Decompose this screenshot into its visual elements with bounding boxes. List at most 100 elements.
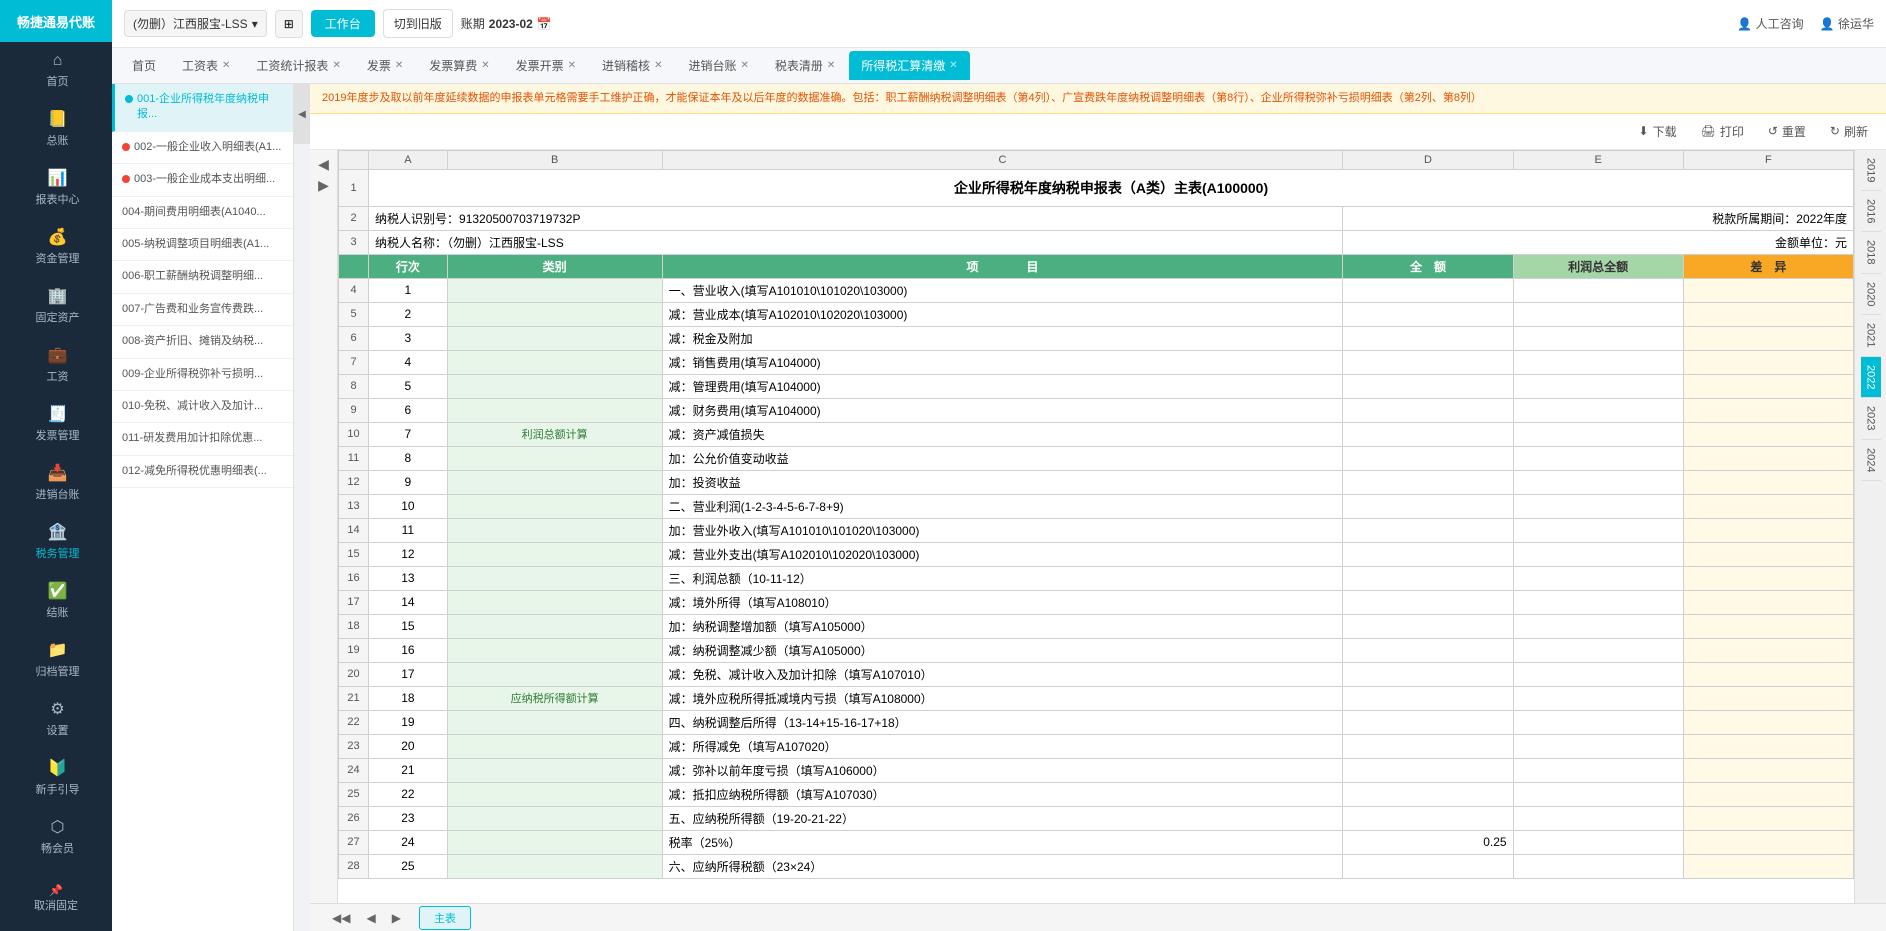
- row-amount[interactable]: [1343, 542, 1513, 566]
- row-diff[interactable]: [1683, 854, 1853, 878]
- row-diff[interactable]: [1683, 686, 1853, 710]
- row-amount[interactable]: [1343, 422, 1513, 446]
- prev-arrow[interactable]: ◀: [314, 154, 333, 175]
- row-amount[interactable]: [1343, 782, 1513, 806]
- row-amount[interactable]: [1343, 302, 1513, 326]
- row-diff[interactable]: [1683, 734, 1853, 758]
- calendar-icon[interactable]: 📅: [537, 17, 552, 31]
- tab-close-icon[interactable]: ✕: [481, 60, 489, 71]
- form-item-012[interactable]: 012-减免所得税优惠明细表(...: [112, 456, 293, 488]
- sidebar-item-purchase[interactable]: 📥进销台账: [0, 453, 112, 512]
- reset-btn[interactable]: ↺ 重置: [1762, 120, 1812, 143]
- row-diff[interactable]: [1683, 374, 1853, 398]
- row-diff[interactable]: [1683, 398, 1853, 422]
- row-profit[interactable]: [1513, 374, 1683, 398]
- row-profit[interactable]: [1513, 350, 1683, 374]
- row-diff[interactable]: [1683, 542, 1853, 566]
- row-amount[interactable]: [1343, 494, 1513, 518]
- service-btn[interactable]: 👤 人工咨询: [1737, 15, 1803, 32]
- row-profit[interactable]: [1513, 542, 1683, 566]
- row-diff[interactable]: [1683, 638, 1853, 662]
- download-btn[interactable]: ⬇ 下载: [1633, 120, 1683, 143]
- row-profit[interactable]: [1513, 566, 1683, 590]
- copy-icon-btn[interactable]: ⊞: [275, 10, 303, 38]
- tab-close-icon[interactable]: ✕: [740, 60, 748, 71]
- row-profit[interactable]: [1513, 782, 1683, 806]
- sidebar-item-fund[interactable]: 💰资金管理: [0, 217, 112, 276]
- collapse-panel-btn[interactable]: ◀: [294, 84, 310, 144]
- nav-tab-进销台账[interactable]: 进销台账✕: [676, 51, 760, 80]
- row-amount[interactable]: [1343, 710, 1513, 734]
- form-item-001[interactable]: 001-企业所得税年度纳税申报...: [112, 84, 293, 132]
- sidebar-item-report[interactable]: 📊报表中心: [0, 158, 112, 217]
- form-item-005[interactable]: 005-纳税调整项目明细表(A1...: [112, 229, 293, 261]
- row-amount[interactable]: [1343, 854, 1513, 878]
- row-amount[interactable]: [1343, 590, 1513, 614]
- row-diff[interactable]: [1683, 662, 1853, 686]
- sidebar-item-settings[interactable]: ⚙设置: [0, 689, 112, 748]
- year-item-2023[interactable]: 2023: [1861, 398, 1881, 439]
- row-profit[interactable]: [1513, 278, 1683, 302]
- row-amount[interactable]: [1343, 326, 1513, 350]
- work-station-btn[interactable]: 工作台: [311, 10, 375, 37]
- row-profit[interactable]: [1513, 686, 1683, 710]
- row-amount[interactable]: [1343, 374, 1513, 398]
- sidebar-item-settle[interactable]: ✅结账: [0, 571, 112, 630]
- row-profit[interactable]: [1513, 806, 1683, 830]
- form-item-009[interactable]: 009-企业所得税弥补亏损明...: [112, 359, 293, 391]
- form-item-008[interactable]: 008-资产折旧、摊销及纳税...: [112, 326, 293, 358]
- row-diff[interactable]: [1683, 782, 1853, 806]
- year-item-2016[interactable]: 2016: [1861, 191, 1881, 232]
- row-amount[interactable]: 0.25: [1343, 830, 1513, 854]
- nav-tab-工资表[interactable]: 工资表✕: [170, 51, 242, 80]
- row-amount[interactable]: [1343, 614, 1513, 638]
- row-profit[interactable]: [1513, 734, 1683, 758]
- sidebar-item-home[interactable]: ⌂首页: [0, 42, 112, 99]
- tab-close-icon[interactable]: ✕: [949, 60, 957, 71]
- nav-tab-税表清册[interactable]: 税表清册✕: [763, 51, 847, 80]
- tab-scroll-left[interactable]: ◀◀: [326, 909, 356, 927]
- nav-tab-进销稽核[interactable]: 进销稽核✕: [590, 51, 674, 80]
- tab-close-icon[interactable]: ✕: [654, 60, 662, 71]
- row-profit[interactable]: [1513, 662, 1683, 686]
- row-profit[interactable]: [1513, 758, 1683, 782]
- form-item-003[interactable]: 003-一般企业成本支出明细...: [112, 164, 293, 196]
- row-amount[interactable]: [1343, 278, 1513, 302]
- row-amount[interactable]: [1343, 806, 1513, 830]
- nav-tab-发票[interactable]: 发票✕: [355, 51, 415, 80]
- form-item-007[interactable]: 007-广告费和业务宣传费跌...: [112, 294, 293, 326]
- row-profit[interactable]: [1513, 638, 1683, 662]
- row-diff[interactable]: [1683, 302, 1853, 326]
- row-diff[interactable]: [1683, 710, 1853, 734]
- form-item-006[interactable]: 006-职工薪酬纳税调整明细...: [112, 261, 293, 293]
- row-amount[interactable]: [1343, 662, 1513, 686]
- row-diff[interactable]: [1683, 614, 1853, 638]
- row-diff[interactable]: [1683, 830, 1853, 854]
- row-diff[interactable]: [1683, 422, 1853, 446]
- switch-version-btn[interactable]: 切到旧版: [383, 9, 453, 38]
- nav-tab-所得税汇算清缴[interactable]: 所得税汇算清缴✕: [849, 51, 969, 80]
- year-item-2019[interactable]: 2019: [1861, 150, 1881, 191]
- row-profit[interactable]: [1513, 422, 1683, 446]
- row-profit[interactable]: [1513, 854, 1683, 878]
- row-amount[interactable]: [1343, 566, 1513, 590]
- row-profit[interactable]: [1513, 326, 1683, 350]
- sidebar-item-invoice[interactable]: 🧾发票管理: [0, 394, 112, 453]
- year-item-2018[interactable]: 2018: [1861, 232, 1881, 273]
- bottom-tab-主表[interactable]: 主表: [419, 906, 471, 930]
- row-diff[interactable]: [1683, 326, 1853, 350]
- row-diff[interactable]: [1683, 470, 1853, 494]
- tab-close-icon[interactable]: ✕: [222, 60, 230, 71]
- sidebar-item-salary[interactable]: 💼工资: [0, 335, 112, 394]
- row-amount[interactable]: [1343, 638, 1513, 662]
- form-item-010[interactable]: 010-免税、减计收入及加计...: [112, 391, 293, 423]
- row-amount[interactable]: [1343, 446, 1513, 470]
- row-amount[interactable]: [1343, 470, 1513, 494]
- row-diff[interactable]: [1683, 494, 1853, 518]
- row-diff[interactable]: [1683, 278, 1853, 302]
- refresh-btn[interactable]: ↻ 刷新: [1824, 120, 1874, 143]
- row-profit[interactable]: [1513, 446, 1683, 470]
- row-diff[interactable]: [1683, 350, 1853, 374]
- sidebar-item-member[interactable]: ⬡畅会员: [0, 807, 112, 866]
- sidebar-item-asset[interactable]: 🏢固定资产: [0, 276, 112, 335]
